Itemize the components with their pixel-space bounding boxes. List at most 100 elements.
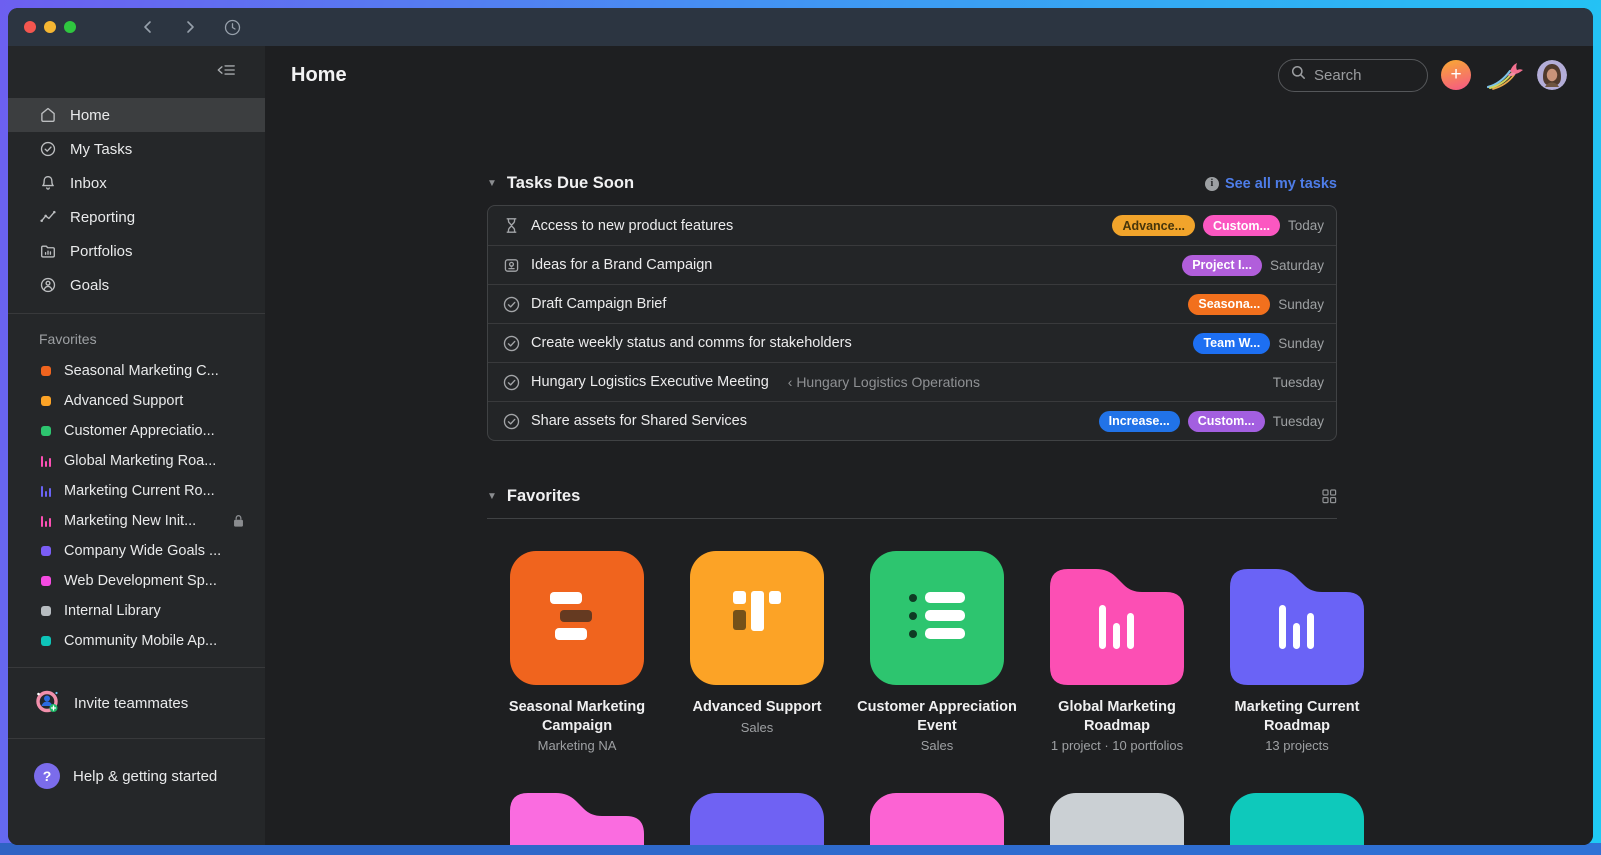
chart-line-icon <box>39 208 57 226</box>
project-color-swatch <box>41 576 51 586</box>
zoom-window-button[interactable] <box>64 21 76 33</box>
tile-name: Advanced Support <box>671 698 843 717</box>
task-tag[interactable]: Custom... <box>1203 215 1280 236</box>
help-icon: ? <box>34 763 60 789</box>
favorite-tile-partial[interactable] <box>690 793 824 845</box>
task-title: Access to new product features <box>531 218 733 234</box>
task-tag[interactable]: Custom... <box>1188 411 1265 432</box>
invite-teammates-icon <box>34 688 61 719</box>
sidebar-favorite-item[interactable]: Internal Library <box>8 596 265 626</box>
tile-subtitle: Sales <box>921 738 954 753</box>
collapse-tasks-icon[interactable]: ▼ <box>487 178 497 189</box>
favorite-tile[interactable]: Customer Appreciation Event Sales <box>847 551 1027 753</box>
tile-subtitle: 1 project · 10 portfolios <box>1051 738 1183 753</box>
divider <box>8 313 265 314</box>
sidebar-item-home[interactable]: Home <box>8 98 265 132</box>
task-row[interactable]: Hungary Logistics Executive Meeting‹ Hun… <box>488 362 1336 401</box>
collapse-favorites-icon[interactable]: ▼ <box>487 491 497 502</box>
search-box[interactable] <box>1278 59 1428 92</box>
task-tag[interactable]: Advance... <box>1112 215 1195 236</box>
task-tag[interactable]: Project I... <box>1182 255 1262 276</box>
sidebar-favorite-item[interactable]: Marketing New Init... <box>8 506 265 536</box>
task-row[interactable]: Access to new product features Advance..… <box>488 206 1336 245</box>
see-all-my-tasks-link[interactable]: i See all my tasks <box>1205 176 1337 192</box>
task-title: Hungary Logistics Executive Meeting <box>531 374 769 390</box>
favorite-item-label: Global Marketing Roa... <box>64 453 216 469</box>
task-row[interactable]: Create weekly status and comms for stake… <box>488 323 1336 362</box>
sidebar-favorite-item[interactable]: Advanced Support <box>8 386 265 416</box>
task-row[interactable]: Ideas for a Brand Campaign Project I...S… <box>488 245 1336 284</box>
invite-teammates-button[interactable]: Invite teammates <box>8 679 265 727</box>
project-color-swatch <box>41 426 51 436</box>
sidebar-favorite-item[interactable]: Company Wide Goals ... <box>8 536 265 566</box>
sidebar-nav: Home My Tasks Inbox Reporting Portfolios… <box>8 98 265 302</box>
sidebar-item-label: Goals <box>70 277 109 294</box>
help-button[interactable]: ? Help & getting started <box>8 750 265 802</box>
person-circle-icon <box>39 276 57 294</box>
sidebar-favorite-item[interactable]: Marketing Current Ro... <box>8 476 265 506</box>
sidebar-item-goals[interactable]: Goals <box>8 268 265 302</box>
favorite-tile[interactable]: Global Marketing Roadmap 1 project · 10 … <box>1027 551 1207 753</box>
project-color-swatch <box>41 396 51 406</box>
favorite-tile[interactable]: Advanced Support Sales <box>667 551 847 753</box>
history-clock-icon[interactable] <box>222 17 242 37</box>
favorite-tile-partial[interactable] <box>870 793 1004 845</box>
app-window: Home My Tasks Inbox Reporting Portfolios… <box>8 8 1593 845</box>
user-avatar[interactable] <box>1537 60 1567 90</box>
favorite-item-label: Web Development Sp... <box>64 573 217 589</box>
sidebar-favorite-item[interactable]: Global Marketing Roa... <box>8 446 265 476</box>
sidebar-favorite-item[interactable]: Web Development Sp... <box>8 566 265 596</box>
main-area: Home + <box>265 46 1593 845</box>
hourglass-icon <box>501 216 521 236</box>
see-all-label: See all my tasks <box>1225 176 1337 192</box>
timeline-icon <box>546 588 608 649</box>
task-tag[interactable]: Team W... <box>1193 333 1270 354</box>
sidebar-favorite-item[interactable]: Customer Appreciatio... <box>8 416 265 446</box>
task-row[interactable]: Draft Campaign Brief Seasona...Sunday <box>488 284 1336 323</box>
favorite-item-label: Company Wide Goals ... <box>64 543 221 559</box>
sidebar-item-label: Home <box>70 107 110 124</box>
task-tag[interactable]: Seasona... <box>1188 294 1270 315</box>
favorite-tile[interactable]: Seasonal Marketing Campaign Marketing NA <box>487 551 667 753</box>
sidebar-item-label: Inbox <box>70 175 107 192</box>
titlebar <box>8 8 1593 46</box>
task-row[interactable]: Share assets for Shared Services Increas… <box>488 401 1336 440</box>
task-due-date: Tuesday <box>1273 414 1324 429</box>
task-tag[interactable]: Increase... <box>1099 411 1180 432</box>
forward-icon[interactable] <box>180 17 200 37</box>
tasks-section-title: Tasks Due Soon <box>507 174 634 193</box>
sidebar-favorite-item[interactable]: Seasonal Marketing C... <box>8 356 265 386</box>
favorite-item-label: Seasonal Marketing C... <box>64 363 219 379</box>
favorite-tile[interactable]: Marketing Current Roadmap 13 projects <box>1207 551 1387 753</box>
sidebar-item-my-tasks[interactable]: My Tasks <box>8 132 265 166</box>
favorite-tile-partial[interactable] <box>510 775 644 845</box>
favorite-item-label: Marketing New Init... <box>64 513 196 529</box>
sidebar-item-inbox[interactable]: Inbox <box>8 166 265 200</box>
project-color-swatch <box>41 546 51 556</box>
portfolio-bars-icon <box>41 456 51 467</box>
favorite-tile-partial[interactable] <box>1050 793 1184 845</box>
search-input[interactable] <box>1314 67 1415 84</box>
back-icon[interactable] <box>138 17 158 37</box>
project-color-swatch <box>41 366 51 376</box>
favorite-item-label: Customer Appreciatio... <box>64 423 215 439</box>
task-title: Share assets for Shared Services <box>531 413 747 429</box>
collapse-sidebar-icon[interactable] <box>215 60 237 85</box>
sidebar-item-portfolios[interactable]: Portfolios <box>8 234 265 268</box>
grid-view-icon[interactable] <box>1322 489 1337 504</box>
create-button[interactable]: + <box>1441 60 1471 90</box>
sidebar-item-label: My Tasks <box>70 141 132 158</box>
favorite-item-label: Internal Library <box>64 603 161 619</box>
favorites-section-title: Favorites <box>507 487 580 506</box>
check-circle-icon <box>501 294 521 314</box>
minimize-window-button[interactable] <box>44 21 56 33</box>
sidebar-favorite-item[interactable]: Community Mobile Ap... <box>8 626 265 656</box>
favorite-tile-partial[interactable] <box>1230 793 1364 845</box>
home-icon <box>39 106 57 124</box>
bell-icon <box>39 174 57 192</box>
tile-subtitle: Marketing NA <box>538 738 617 753</box>
tile-name: Marketing Current Roadmap <box>1211 698 1383 735</box>
sidebar-item-reporting[interactable]: Reporting <box>8 200 265 234</box>
close-window-button[interactable] <box>24 21 36 33</box>
task-title: Draft Campaign Brief <box>531 296 666 312</box>
